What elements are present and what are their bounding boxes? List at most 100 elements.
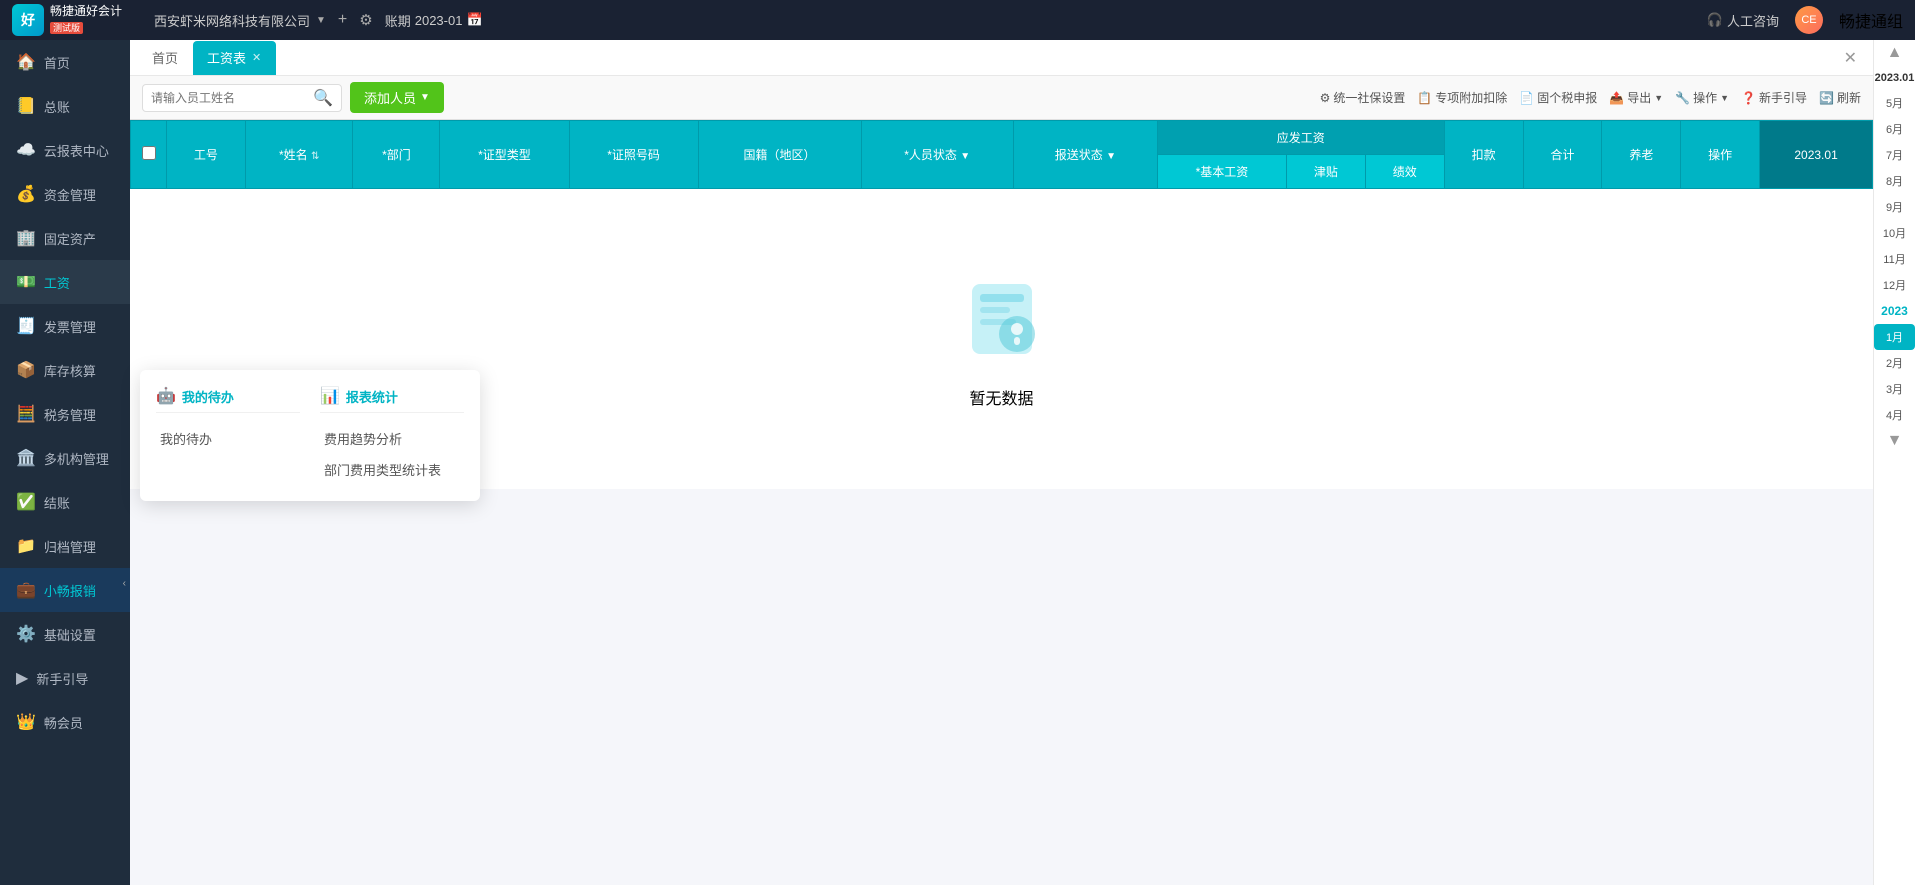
tax-icon: 🧮 [16,404,36,424]
popup-col-header-todo: 🤖 我的待办 [156,386,300,413]
member-icon: 👑 [16,712,36,732]
search-input[interactable] [151,91,309,105]
sidebar-item-tax[interactable]: 🧮 税务管理 [0,392,130,436]
calendar-icon[interactable]: 📅 [466,12,482,28]
month-5[interactable]: 5月 [1874,90,1915,116]
social-insurance-btn[interactable]: ⚙ 统一社保设置 [1320,89,1406,106]
tab-home[interactable]: 首页 [138,41,193,75]
settings-icon[interactable]: ⚙ [359,11,372,29]
month-10[interactable]: 10月 [1874,220,1915,246]
period-label: 账期 [385,11,411,30]
guide-btn[interactable]: ❓ 新手引导 [1741,89,1807,106]
sidebar-item-member[interactable]: 👑 畅会员 [0,700,130,744]
sidebar-item-salary[interactable]: 💵 工资 [0,260,130,304]
th-performance: 绩效 [1365,155,1444,189]
sidebar-item-reports[interactable]: ☁️ 云报表中心 [0,128,130,172]
sidebar-item-close-account[interactable]: ✅ 结账 [0,480,130,524]
popup-columns: 🤖 我的待办 我的待办 📊 报表统计 费用趋势分析 部门费用类型统计表 [156,386,464,485]
month-11[interactable]: 11月 [1874,246,1915,272]
search-icon[interactable]: 🔍 [313,88,333,108]
sidebar-label: 新手引导 [36,669,88,688]
user-service[interactable]: 🎧 人工咨询 [1707,11,1779,30]
company-selector[interactable]: 西安虾米网络科技有限公司 ▼ [154,11,326,30]
export-icon: 📤 [1609,91,1624,105]
reports-icon: ☁️ [16,140,36,160]
month-4[interactable]: 4月 [1874,402,1915,428]
month-8[interactable]: 8月 [1874,168,1915,194]
popup-item-expense-trend[interactable]: 费用趋势分析 [320,423,464,454]
sidebar-item-assets[interactable]: 🏢 固定资产 [0,216,130,260]
sidebar-item-inventory[interactable]: 📦 库存核算 [0,348,130,392]
tab-bar: 首页 工资表 ✕ ✕ [130,40,1873,76]
sort-icon[interactable]: ⇅ [311,151,319,162]
operation-label: 操作 [1693,89,1717,106]
month-9[interactable]: 9月 [1874,194,1915,220]
user-service-label: 人工咨询 [1727,11,1779,30]
ledger-icon: 📒 [16,96,36,116]
sidebar-label: 资金管理 [44,185,96,204]
th-department: *部门 [353,121,440,189]
operation-icon: 🔧 [1675,91,1690,105]
report-filter-icon[interactable]: ▼ [1106,151,1116,162]
inventory-icon: 📦 [16,360,36,380]
avatar: CE [1795,6,1823,34]
select-all-checkbox[interactable] [142,146,156,160]
th-total: 合计 [1523,121,1602,189]
export-arrow-icon: ▼ [1654,93,1663,103]
th-allowance: 津贴 [1286,155,1365,189]
invoice-icon: 🧾 [16,316,36,336]
sidebar-label: 基础设置 [44,625,96,644]
th-id-number: *证照号码 [569,121,698,189]
month-3[interactable]: 3月 [1874,376,1915,402]
month-1[interactable]: 1月 [1874,324,1915,350]
sidebar-label: 归档管理 [44,537,96,556]
period-info: 账期 2023-01 📅 [385,11,483,30]
multi-org-icon: 🏛️ [16,448,36,468]
sidebar-item-invoice[interactable]: 🧾 发票管理 [0,304,130,348]
sidebar-item-expense[interactable]: 💼 小畅报销 ‹ [0,568,130,612]
month-6[interactable]: 6月 [1874,116,1915,142]
add-company-icon[interactable]: + [338,11,347,29]
popup-item-dept-expense[interactable]: 部门费用类型统计表 [320,454,464,485]
popup-item-my-todo[interactable]: 我的待办 [156,423,300,454]
sidebar-item-funds[interactable]: 💰 资金管理 [0,172,130,216]
th-name: *姓名 ⇅ [245,121,353,189]
expense-icon: 💼 [16,580,36,600]
tab-salary-sheet[interactable]: 工资表 ✕ [193,41,276,75]
search-wrap: 🔍 [142,84,342,112]
month-12[interactable]: 12月 [1874,272,1915,298]
special-deduction-btn[interactable]: 📋 专项附加扣除 [1417,89,1507,106]
tab-close-icon[interactable]: ✕ [252,51,261,64]
sidebar-label: 多机构管理 [44,449,109,468]
nav-down-icon[interactable]: ▼ [1883,428,1907,454]
chevron-right-icon: ‹ [123,578,126,589]
popup-item-label: 我的待办 [160,432,212,447]
popup-item-label: 费用趋势分析 [324,432,402,447]
sidebar-item-home[interactable]: 🏠 首页 [0,40,130,84]
sidebar-item-multi-org[interactable]: 🏛️ 多机构管理 [0,436,130,480]
sidebar-label: 首页 [44,53,70,72]
operation-btn[interactable]: 🔧 操作 ▼ [1675,89,1729,106]
filter-icon[interactable]: ▼ [960,151,970,162]
user-name: 畅捷通组 [1839,8,1903,32]
month-7[interactable]: 7月 [1874,142,1915,168]
year-2023: 2023 [1877,298,1912,324]
chevron-down-icon: ▼ [316,15,326,26]
sidebar-label: 税务管理 [44,405,96,424]
tax-report-btn[interactable]: 📄 固个税申报 [1519,89,1597,106]
sidebar-item-basic-settings[interactable]: ⚙️ 基础设置 [0,612,130,656]
th-base-salary: *基本工资 [1157,155,1286,189]
th-report-status: 报送状态 ▼ [1013,121,1157,189]
close-panel-icon[interactable]: ✕ [1836,48,1865,68]
sidebar-item-ledger[interactable]: 📒 总账 [0,84,130,128]
nav-up-icon[interactable]: ▲ [1883,40,1907,66]
add-person-button[interactable]: 添加人员 ▼ [350,82,444,113]
refresh-btn[interactable]: 🔄 刷新 [1819,89,1861,106]
sidebar-item-guide[interactable]: ▶ 新手引导 [0,656,130,700]
month-2[interactable]: 2月 [1874,350,1915,376]
logo-area: 好 畅捷通好会计 测试版 [12,4,142,36]
toolbar-actions: ⚙ 统一社保设置 📋 专项附加扣除 📄 固个税申报 📤 导出 ▼ 🔧 [1320,89,1861,106]
export-btn[interactable]: 📤 导出 ▼ [1609,89,1663,106]
table-container: 工号 *姓名 ⇅ *部门 *证型类型 *证照号码 国籍（地区） *人员状态 ▼ [130,120,1873,885]
sidebar-item-archive[interactable]: 📁 归档管理 [0,524,130,568]
